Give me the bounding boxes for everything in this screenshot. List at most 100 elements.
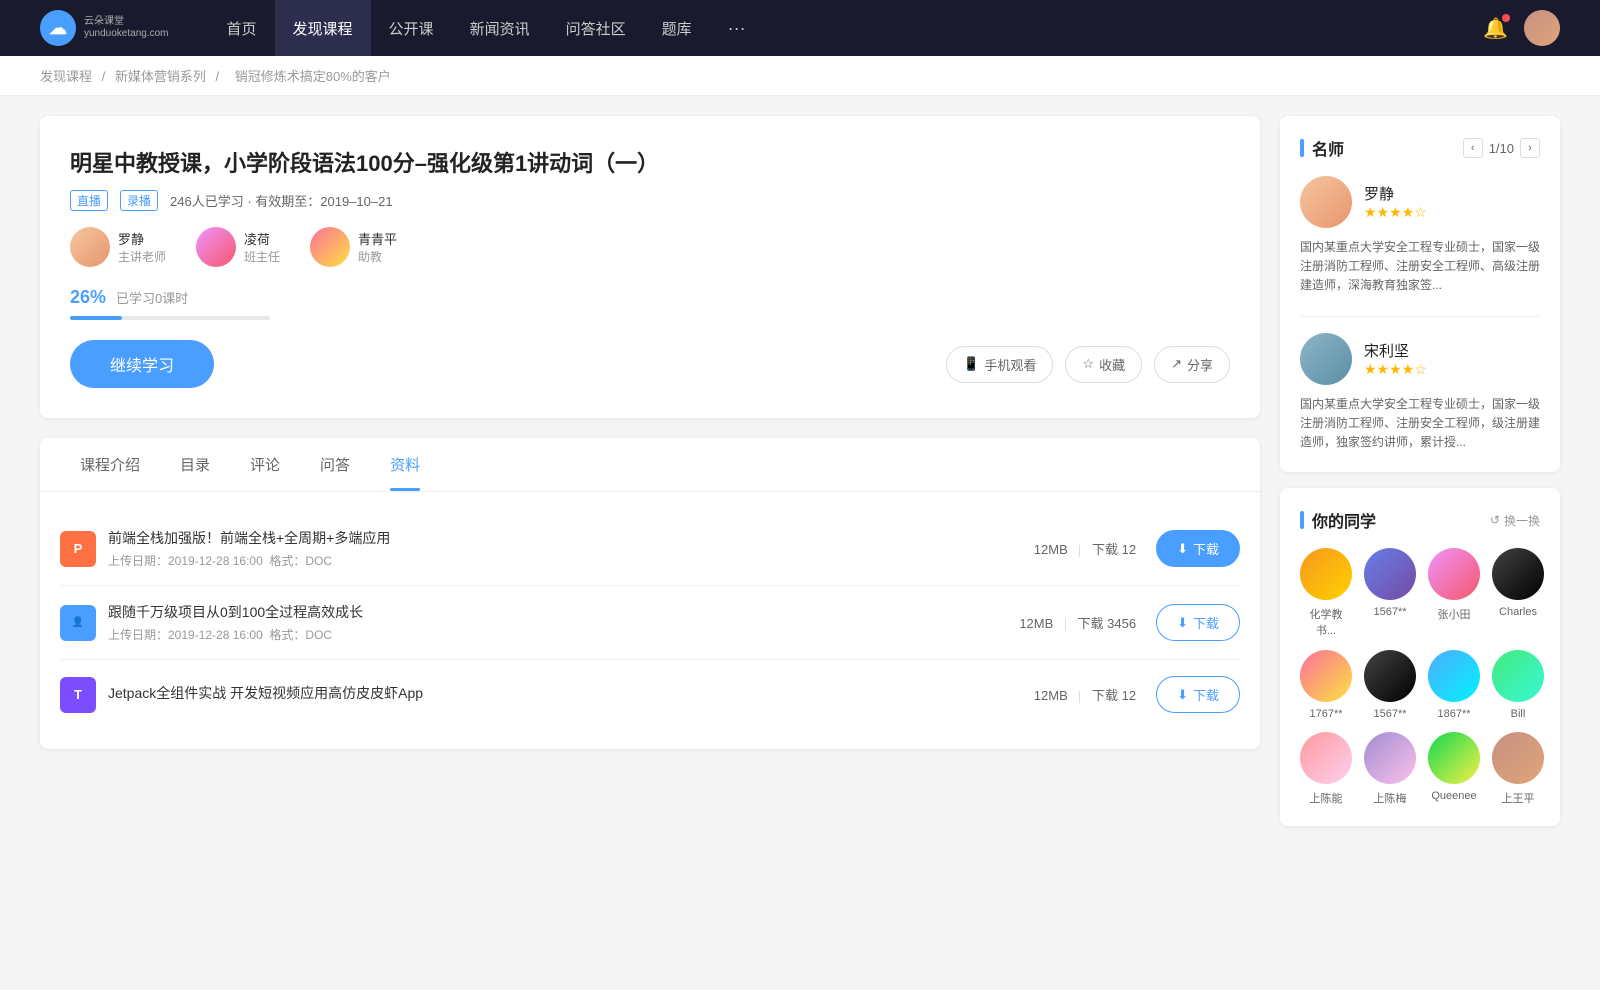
resource-icon-2: 👤: [60, 605, 96, 641]
download-button-2[interactable]: ⬇ 下载: [1156, 604, 1240, 641]
classmate-11[interactable]: Queenee: [1428, 732, 1480, 806]
download-button-3[interactable]: ⬇ 下载: [1156, 676, 1240, 713]
teacher-2: 凌荷 班主任: [196, 227, 280, 267]
tab-catalog[interactable]: 目录: [160, 438, 230, 491]
bell-icon[interactable]: 🔔: [1483, 16, 1508, 41]
favorite-button[interactable]: ☆ 收藏: [1065, 346, 1142, 383]
refresh-icon: ↺: [1490, 513, 1500, 527]
share-icon: ↗: [1171, 356, 1182, 372]
teachers-divider: [1300, 316, 1540, 317]
classmate-10[interactable]: 上陈梅: [1364, 732, 1416, 806]
sidebar-teacher-1-info: 罗静 ★★★★☆: [1364, 183, 1427, 221]
progress-bar-bg: [70, 316, 270, 320]
progress-section: 26% 已学习0课时: [70, 287, 1230, 320]
classmate-5-name: 1767**: [1309, 708, 1342, 720]
nav-item-opencourse[interactable]: 公开课: [371, 0, 452, 56]
tab-resources[interactable]: 资料: [370, 438, 440, 491]
classmate-9[interactable]: 上陈能: [1300, 732, 1352, 806]
notification-dot: [1502, 14, 1510, 22]
navigation: ☁ 云朵课堂 yunduoketang.com 首页 发现课程 公开课 新闻资讯…: [0, 0, 1600, 56]
progress-pct: 26%: [70, 287, 106, 308]
resource-icon-1: P: [60, 531, 96, 567]
phone-icon: 📱: [963, 356, 979, 372]
nav-item-qa[interactable]: 问答社区: [548, 0, 644, 56]
resource-icon-3: T: [60, 677, 96, 713]
classmate-3[interactable]: 张小田: [1428, 548, 1480, 638]
sidebar-teacher-2-avatar: [1300, 333, 1352, 385]
nav-item-news[interactable]: 新闻资讯: [452, 0, 548, 56]
resource-name-3: Jetpack全组件实战 开发短视频应用高仿皮皮虾App: [108, 683, 1034, 703]
classmate-1-avatar: [1300, 548, 1352, 600]
tab-review[interactable]: 评论: [230, 438, 300, 491]
classmate-7[interactable]: 1867**: [1428, 650, 1480, 720]
teachers-prev[interactable]: ‹: [1463, 138, 1483, 158]
classmate-1[interactable]: 化学教书...: [1300, 548, 1352, 638]
tabs-content: P 前端全栈加强版！前端全栈+全周期+多端应用 上传日期：2019-12-28 …: [40, 492, 1260, 749]
classmate-5-avatar: [1300, 650, 1352, 702]
classmate-2-name: 1567**: [1373, 606, 1406, 618]
tab-intro[interactable]: 课程介绍: [60, 438, 160, 491]
classmate-4[interactable]: Charles: [1492, 548, 1544, 638]
teachers-pagination: ‹ 1/10 ›: [1463, 138, 1540, 158]
mobile-watch-label: 手机观看: [984, 355, 1036, 374]
resource-stats-3: 12MB 下载 12: [1034, 685, 1136, 704]
progress-bar-fill: [70, 316, 122, 320]
breadcrumb-series[interactable]: 新媒体营销系列: [115, 69, 206, 84]
teacher-1-info: 罗静 主讲老师: [118, 229, 166, 265]
classmate-7-name: 1867**: [1437, 708, 1470, 720]
teachers-next[interactable]: ›: [1520, 138, 1540, 158]
sidebar-teacher-1-desc: 国内某重点大学安全工程专业硕士，国家一级注册消防工程师、注册安全工程师、高级注册…: [1300, 238, 1540, 296]
download-icon-1: ⬇: [1177, 541, 1188, 557]
teachers-card: 名师 ‹ 1/10 › 罗静 ★★★★☆ 国内某重点大学安全工程专业硕士，国: [1280, 116, 1560, 472]
teacher-1-role: 主讲老师: [118, 248, 166, 265]
sidebar-teacher-2-desc: 国内某重点大学安全工程专业硕士，国家一级注册消防工程师、注册安全工程师，级注册建…: [1300, 395, 1540, 453]
classmate-11-name: Queenee: [1431, 790, 1476, 802]
share-label: 分享: [1187, 355, 1213, 374]
classmate-8-name: Bill: [1511, 708, 1526, 720]
resource-item-1: P 前端全栈加强版！前端全栈+全周期+多端应用 上传日期：2019-12-28 …: [60, 512, 1240, 586]
logo[interactable]: ☁ 云朵课堂 yunduoketang.com: [40, 10, 169, 46]
classmate-12[interactable]: 上王平: [1492, 732, 1544, 806]
classmate-2[interactable]: 1567**: [1364, 548, 1416, 638]
tabs-section: 课程介绍 目录 评论 问答 资料 P 前端全栈加强版！前端全栈+全周期+多端应用…: [40, 438, 1260, 749]
teacher-2-avatar: [196, 227, 236, 267]
resource-stats-2: 12MB 下载 3456: [1019, 613, 1136, 632]
main-layout: 明星中教授课，小学阶段语法100分–强化级第1讲动词（一） 直播 录播 246人…: [0, 96, 1600, 862]
user-avatar[interactable]: [1524, 10, 1560, 46]
sidebar-teacher-2: 宋利坚 ★★★★☆ 国内某重点大学安全工程专业硕士，国家一级注册消防工程师、注册…: [1300, 333, 1540, 453]
course-card: 明星中教授课，小学阶段语法100分–强化级第1讲动词（一） 直播 录播 246人…: [40, 116, 1260, 418]
breadcrumb-discover[interactable]: 发现课程: [40, 69, 92, 84]
share-button[interactable]: ↗ 分享: [1154, 346, 1230, 383]
classmate-8[interactable]: Bill: [1492, 650, 1544, 720]
sidebar-teacher-2-stars: ★★★★☆: [1364, 361, 1427, 378]
sidebar-teacher-1-header: 罗静 ★★★★☆: [1300, 176, 1540, 228]
nav-item-home[interactable]: 首页: [209, 0, 275, 56]
classmate-6[interactable]: 1567**: [1364, 650, 1416, 720]
download-button-1[interactable]: ⬇ 下载: [1156, 530, 1240, 567]
classmates-header: 你的同学 ↺ 换一换: [1300, 508, 1540, 532]
sidebar-right: 名师 ‹ 1/10 › 罗静 ★★★★☆ 国内某重点大学安全工程专业硕士，国: [1280, 116, 1560, 842]
nav-item-discover[interactable]: 发现课程: [275, 0, 371, 56]
continue-button[interactable]: 继续学习: [70, 340, 214, 388]
breadcrumb: 发现课程 / 新媒体营销系列 / 销冠修炼术搞定80%的客户: [0, 56, 1600, 96]
sidebar-teacher-1: 罗静 ★★★★☆ 国内某重点大学安全工程专业硕士，国家一级注册消防工程师、注册安…: [1300, 176, 1540, 296]
nav-more[interactable]: ···: [710, 0, 764, 56]
mobile-watch-button[interactable]: 📱 手机观看: [946, 346, 1053, 383]
favorite-label: 收藏: [1099, 355, 1125, 374]
sidebar-teacher-2-header: 宋利坚 ★★★★☆: [1300, 333, 1540, 385]
classmate-6-avatar: [1364, 650, 1416, 702]
teacher-3-avatar: [310, 227, 350, 267]
breadcrumb-current: 销冠修炼术搞定80%的客户: [235, 69, 391, 84]
resource-name-2: 跟随千万级项目从0到100全过程高效成长: [108, 602, 1019, 622]
refresh-button[interactable]: ↺ 换一换: [1490, 512, 1540, 529]
breadcrumb-sep1: /: [102, 69, 109, 84]
teacher-2-name: 凌荷: [244, 229, 280, 248]
nav-item-quiz[interactable]: 题库: [644, 0, 710, 56]
classmate-6-name: 1567**: [1373, 708, 1406, 720]
tabs-header: 课程介绍 目录 评论 问答 资料: [40, 438, 1260, 492]
tab-qa[interactable]: 问答: [300, 438, 370, 491]
teacher-3-role: 助教: [358, 248, 397, 265]
download-icon-3: ⬇: [1177, 687, 1188, 703]
classmate-5[interactable]: 1767**: [1300, 650, 1352, 720]
classmate-8-avatar: [1492, 650, 1544, 702]
